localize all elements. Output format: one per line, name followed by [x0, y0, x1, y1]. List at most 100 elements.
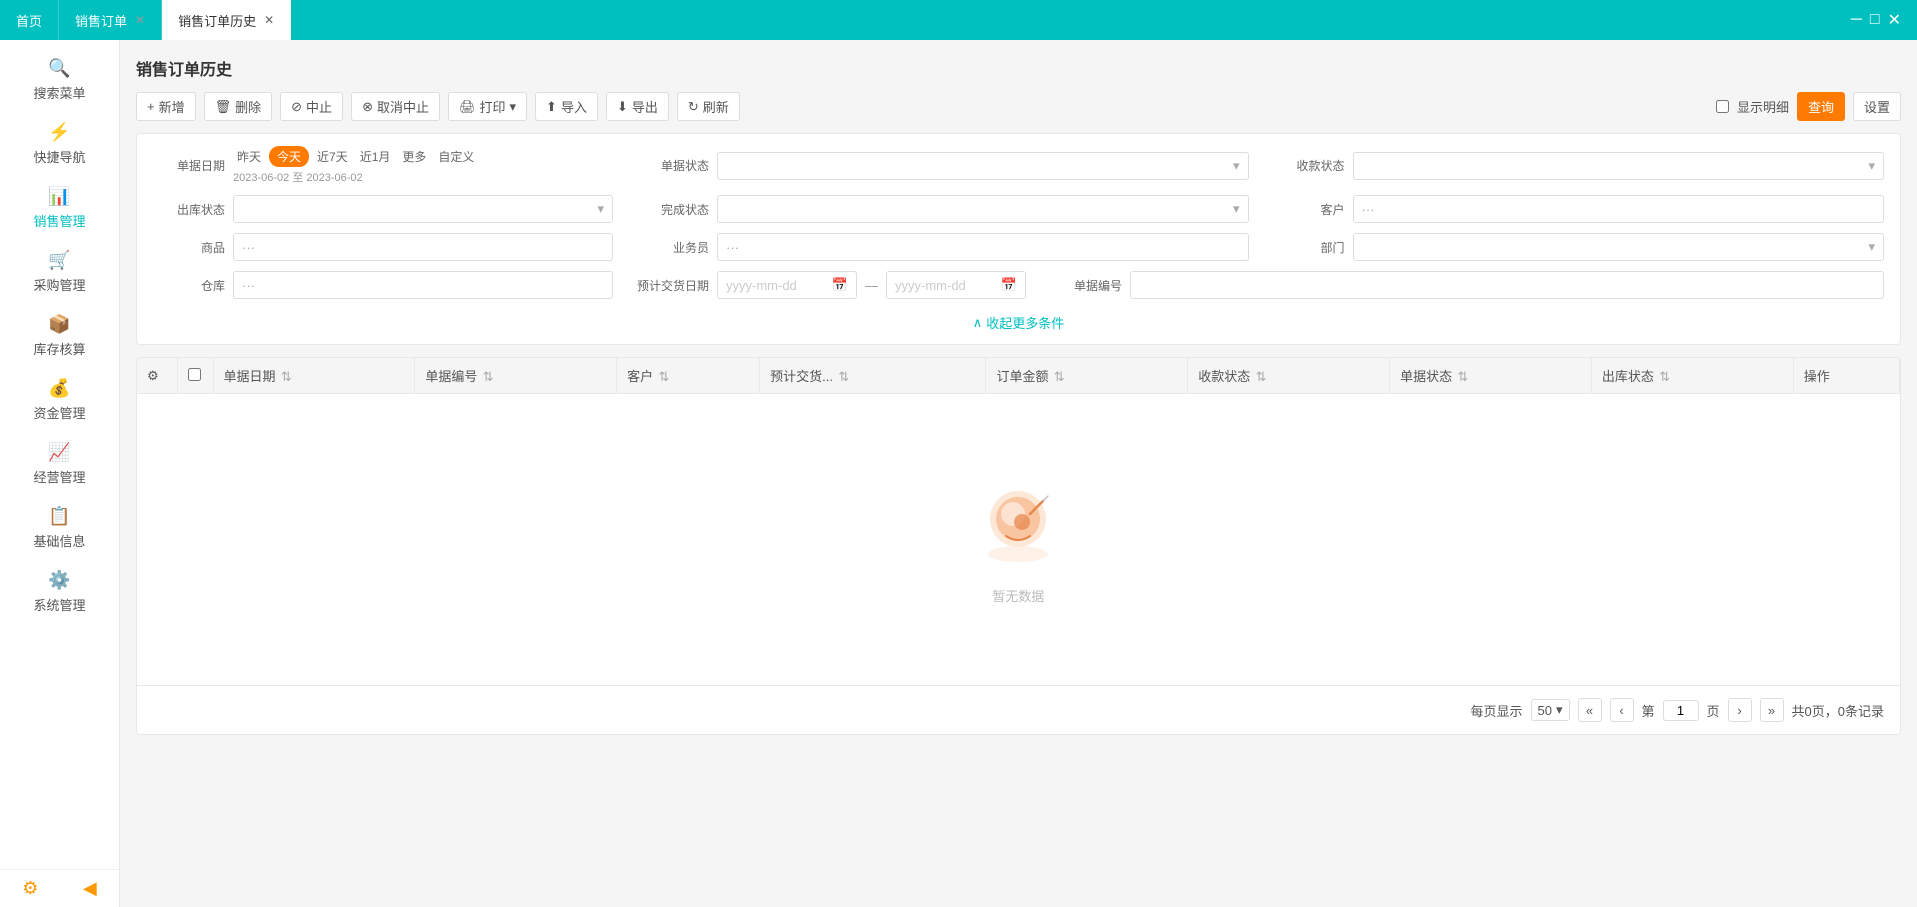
dept-select[interactable]: ▾ — [1353, 233, 1885, 261]
sidebar-item-finance[interactable]: 💰 资金管理 — [0, 368, 119, 432]
sidebar-item-inventory[interactable]: 📦 库存核算 — [0, 304, 119, 368]
delete-label: 删除 — [235, 97, 261, 116]
date-yesterday[interactable]: 昨天 — [233, 146, 265, 167]
sort-delivery-icon[interactable]: ⇅ — [838, 369, 849, 384]
sort-receipt-icon[interactable]: ⇅ — [1256, 369, 1267, 384]
sidebar-item-sales[interactable]: 📊 销售管理 — [0, 176, 119, 240]
select-all-checkbox[interactable] — [188, 368, 201, 381]
export-icon: ⬇ — [617, 99, 628, 115]
date-more[interactable]: 更多 — [398, 146, 430, 167]
sales-input[interactable]: ··· — [717, 233, 1249, 261]
sidebar-item-sales-label: 销售管理 — [33, 211, 85, 230]
prev-page-btn[interactable]: ‹ — [1610, 698, 1634, 722]
page-suffix: 页 — [1707, 701, 1720, 720]
sort-date-icon[interactable]: ⇅ — [281, 369, 292, 384]
dept-arrow-icon: ▾ — [1868, 239, 1875, 255]
th-gear[interactable]: ⚙ — [137, 358, 177, 394]
sidebar-item-purchase[interactable]: 🛒 采购管理 — [0, 240, 119, 304]
out-status-select[interactable]: ▾ — [233, 195, 613, 223]
data-table: ⚙ 单据日期 ⇅ 单据编号 ⇅ — [137, 358, 1900, 685]
tab-home[interactable]: 销售订单历史 首页 — [0, 0, 59, 40]
refresh-button[interactable]: ↻ 刷新 — [677, 92, 740, 121]
sidebar-item-search[interactable]: 🔍 搜索菜单 — [0, 48, 119, 112]
bill-status-select[interactable]: ▾ — [717, 152, 1249, 180]
print-button[interactable]: 🖨 打印 ▾ — [448, 92, 527, 121]
sidebar-item-inventory-label: 库存核算 — [33, 339, 85, 358]
sidebar-item-operations[interactable]: 📈 经营管理 — [0, 432, 119, 496]
first-page-btn[interactable]: « — [1578, 698, 1602, 722]
sidebar-item-quicknav[interactable]: ⚡ 快捷导航 — [0, 112, 119, 176]
complete-status-select[interactable]: ▾ — [717, 195, 1249, 223]
th-check[interactable] — [177, 358, 213, 394]
delivery-end-input[interactable]: yyyy-mm-dd 📅 — [886, 271, 1026, 299]
header-row: ⚙ 单据日期 ⇅ 单据编号 ⇅ — [137, 358, 1900, 394]
display-detail-checkbox[interactable] — [1716, 100, 1729, 113]
import-button[interactable]: ⬆ 导入 — [535, 92, 598, 121]
delete-button[interactable]: 🗑 删除 — [204, 92, 273, 121]
sidebar-item-system[interactable]: ⚙️ 系统管理 — [0, 560, 119, 624]
sort-customer-icon[interactable]: ⇅ — [658, 369, 669, 384]
settings-label: 设置 — [1864, 97, 1890, 116]
goods-input[interactable]: ··· — [233, 233, 613, 261]
calendar-start-icon[interactable]: 📅 — [832, 277, 848, 293]
minimize-icon[interactable]: ─ — [1851, 11, 1862, 29]
tab-sales-order-history-close[interactable]: ✕ — [264, 13, 274, 27]
sort-out-status-icon[interactable]: ⇅ — [1659, 369, 1670, 384]
sidebar-item-basic-info[interactable]: 📋 基础信息 — [0, 496, 119, 560]
refresh-label: 刷新 — [703, 97, 729, 116]
page-size-value: 50 — [1538, 703, 1552, 718]
new-icon: + — [147, 99, 155, 114]
date-label: 单据日期 — [153, 157, 233, 174]
tab-sales-order-history[interactable]: 销售订单历史 ✕ — [162, 0, 291, 40]
tab-sales-order-close[interactable]: ✕ — [135, 13, 145, 27]
delivery-start-input[interactable]: yyyy-mm-dd 📅 — [717, 271, 857, 299]
sort-amount-icon[interactable]: ⇅ — [1054, 369, 1065, 384]
date-custom[interactable]: 自定义 — [434, 146, 478, 167]
last-page-btn[interactable]: » — [1760, 698, 1784, 722]
calendar-end-icon[interactable]: 📅 — [1001, 277, 1017, 293]
date-today[interactable]: 今天 — [269, 146, 309, 167]
display-detail-toggle[interactable]: 显示明细 — [1716, 97, 1789, 116]
print-arrow-icon: ▾ — [510, 99, 517, 115]
close-window-icon[interactable]: ✕ — [1888, 10, 1901, 30]
tab-sales-order[interactable]: 销售订单 ✕ — [59, 0, 162, 40]
new-button[interactable]: + 新增 — [136, 92, 196, 121]
cancel-stop-button[interactable]: ⊗ 取消中止 — [351, 92, 440, 121]
next-page-btn[interactable]: › — [1728, 698, 1752, 722]
page-size-select[interactable]: 50 ▾ — [1531, 699, 1570, 721]
system-icon: ⚙️ — [48, 570, 70, 591]
inventory-icon: 📦 — [48, 314, 70, 335]
sidebar-collapse-icon[interactable]: ◀ — [83, 878, 97, 899]
collapse-up-icon: ∧ — [973, 315, 983, 331]
export-button[interactable]: ⬇ 导出 — [606, 92, 669, 121]
page-number-input[interactable] — [1663, 700, 1699, 721]
prev-page-icon: ‹ — [1619, 703, 1623, 718]
warehouse-label: 仓库 — [153, 277, 233, 294]
delivery-date-label: 预计交货日期 — [637, 277, 717, 294]
warehouse-ellipsis-icon: ··· — [242, 278, 255, 293]
date-7days[interactable]: 近7天 — [313, 146, 352, 167]
query-button[interactable]: 查询 — [1797, 92, 1845, 121]
empty-state: 暂无数据 — [137, 394, 1900, 685]
settings-button[interactable]: 设置 — [1853, 92, 1901, 121]
customer-input[interactable]: ··· — [1353, 195, 1885, 223]
sidebar-settings-icon[interactable]: ⚙ — [22, 878, 38, 899]
toolbar: + 新增 🗑 删除 ⊘ 中止 ⊗ 取消中止 🖨 打印 ▾ ⬆ 导 — [136, 92, 1901, 121]
date-1month[interactable]: 近1月 — [356, 146, 395, 167]
sort-bill-status-icon[interactable]: ⇅ — [1457, 369, 1468, 384]
operations-icon: 📈 — [48, 442, 70, 463]
maximize-icon[interactable]: □ — [1870, 11, 1880, 29]
gear-col-icon[interactable]: ⚙ — [147, 368, 159, 383]
sort-bill-no-icon[interactable]: ⇅ — [483, 369, 494, 384]
export-label: 导出 — [632, 97, 658, 116]
receipt-status-select[interactable]: ▾ — [1353, 152, 1885, 180]
th-bill-status: 单据状态 ⇅ — [1390, 358, 1592, 394]
search-menu-icon: 🔍 — [48, 58, 70, 79]
dept-label: 部门 — [1273, 239, 1353, 256]
sidebar-item-system-label: 系统管理 — [33, 595, 85, 614]
stop-button[interactable]: ⊘ 中止 — [280, 92, 343, 121]
collapse-row[interactable]: ∧ 收起更多条件 — [153, 309, 1884, 332]
warehouse-input[interactable]: ··· — [233, 271, 613, 299]
bill-no-input[interactable] — [1130, 271, 1884, 299]
sidebar-item-purchase-label: 采购管理 — [33, 275, 85, 294]
